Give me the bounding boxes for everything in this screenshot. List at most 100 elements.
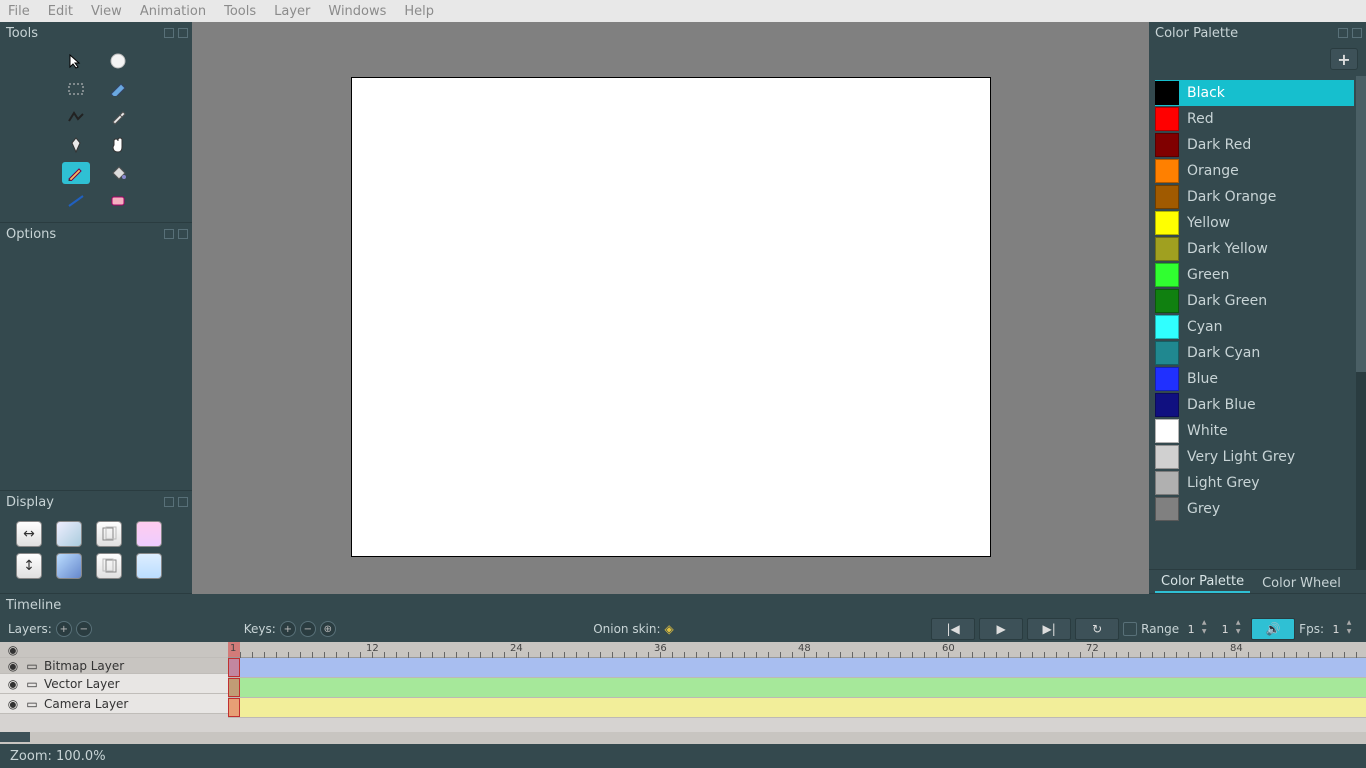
color-row-dark-orange[interactable]: Dark Orange	[1155, 184, 1354, 210]
color-row-light-grey[interactable]: Light Grey	[1155, 470, 1354, 496]
panel-float-icon[interactable]	[164, 229, 174, 239]
color-row-blue[interactable]: Blue	[1155, 366, 1354, 392]
keyframe[interactable]	[228, 658, 240, 677]
color-row-dark-green[interactable]: Dark Green	[1155, 288, 1354, 314]
color-swatch	[1155, 133, 1179, 157]
fps-label: Fps:	[1299, 622, 1324, 636]
menu-help[interactable]: Help	[404, 4, 434, 19]
color-row-dark-cyan[interactable]: Dark Cyan	[1155, 340, 1354, 366]
onion-label: Onion skin:	[593, 622, 660, 636]
mirror-v-button[interactable]: ↕	[16, 553, 42, 579]
goto-start-button[interactable]: |◀	[931, 618, 975, 640]
loop-button[interactable]: ↻	[1075, 618, 1119, 640]
timeline-hscroll[interactable]	[0, 732, 1366, 744]
layer-name: Vector Layer	[44, 677, 120, 691]
color-row-black[interactable]: Black	[1155, 80, 1354, 106]
tracks-column[interactable]: 112243648607284	[228, 642, 1366, 732]
line-tool[interactable]	[62, 190, 90, 212]
color-label: Yellow	[1187, 215, 1230, 231]
panel-close-icon[interactable]	[1352, 28, 1362, 38]
menu-file[interactable]: File	[8, 4, 30, 19]
color-row-dark-red[interactable]: Dark Red	[1155, 132, 1354, 158]
menu-edit[interactable]: Edit	[48, 4, 73, 19]
tab-color-palette[interactable]: Color Palette	[1155, 570, 1250, 593]
color-row-dark-blue[interactable]: Dark Blue	[1155, 392, 1354, 418]
tab-color-wheel[interactable]: Color Wheel	[1256, 572, 1347, 593]
onion-prev-button[interactable]	[96, 521, 122, 547]
mirror-h-button[interactable]: ↔	[16, 521, 42, 547]
menu-animation[interactable]: Animation	[140, 4, 206, 19]
layer-row-bitmap[interactable]: ◉▭Bitmap Layer	[0, 658, 228, 674]
hand-tool[interactable]	[104, 134, 132, 156]
goto-end-button[interactable]: ▶|	[1027, 618, 1071, 640]
range-start-spinner[interactable]: 1▲▼	[1183, 620, 1213, 638]
add-layer-button[interactable]: +	[56, 621, 72, 637]
palette-scrollbar[interactable]	[1356, 76, 1366, 569]
remove-key-button[interactable]: −	[300, 621, 316, 637]
keyframe[interactable]	[228, 698, 240, 717]
color-label: Very Light Grey	[1187, 449, 1295, 465]
remove-layer-button[interactable]: −	[76, 621, 92, 637]
color-row-green[interactable]: Green	[1155, 262, 1354, 288]
color-row-dark-yellow[interactable]: Dark Yellow	[1155, 236, 1354, 262]
grid-button[interactable]	[56, 521, 82, 547]
layer-type-icon: ▭	[24, 677, 40, 691]
layer-row-camera[interactable]: ◉▭Camera Layer	[0, 694, 228, 714]
panel-close-icon[interactable]	[178, 28, 188, 38]
track-camera[interactable]	[228, 698, 1366, 718]
thin-lines-button[interactable]	[56, 553, 82, 579]
duplicate-key-button[interactable]: ⊕	[320, 621, 336, 637]
color-row-white[interactable]: White	[1155, 418, 1354, 444]
visibility-icon[interactable]: ◉	[6, 659, 20, 673]
keyframe[interactable]	[228, 678, 240, 697]
panel-float-icon[interactable]	[164, 497, 174, 507]
canvas-bg-b-button[interactable]	[136, 553, 162, 579]
tools-panel: Tools	[0, 22, 192, 223]
canvas-area[interactable]	[192, 22, 1149, 594]
color-row-yellow[interactable]: Yellow	[1155, 210, 1354, 236]
panel-close-icon[interactable]	[178, 497, 188, 507]
range-checkbox[interactable]	[1123, 622, 1137, 636]
visibility-icon[interactable]: ◉	[6, 697, 20, 711]
brush-tool[interactable]	[104, 78, 132, 100]
panel-close-icon[interactable]	[178, 229, 188, 239]
select-tool[interactable]	[62, 78, 90, 100]
bucket-tool[interactable]	[104, 162, 132, 184]
move-tool[interactable]	[62, 50, 90, 72]
eraser-tool[interactable]	[104, 190, 132, 212]
canvas[interactable]	[351, 77, 991, 557]
frame-ruler[interactable]: 112243648607284	[228, 642, 1366, 658]
canvas-bg-a-button[interactable]	[136, 521, 162, 547]
menu-layer[interactable]: Layer	[274, 4, 310, 19]
menu-tools[interactable]: Tools	[224, 4, 256, 19]
track-vector[interactable]	[228, 678, 1366, 698]
menu-view[interactable]: View	[91, 4, 122, 19]
color-row-very-light-grey[interactable]: Very Light Grey	[1155, 444, 1354, 470]
add-key-button[interactable]: +	[280, 621, 296, 637]
eyedropper-tool[interactable]	[104, 106, 132, 128]
color-row-cyan[interactable]: Cyan	[1155, 314, 1354, 340]
play-button[interactable]: ▶	[979, 618, 1023, 640]
track-bitmap[interactable]	[228, 658, 1366, 678]
onion-next-button[interactable]	[96, 553, 122, 579]
pen-tool[interactable]	[62, 134, 90, 156]
range-end-spinner[interactable]: 1▲▼	[1217, 620, 1247, 638]
sound-button[interactable]: 🔊	[1251, 618, 1295, 640]
menu-windows[interactable]: Windows	[328, 4, 386, 19]
panel-float-icon[interactable]	[1338, 28, 1348, 38]
panel-float-icon[interactable]	[164, 28, 174, 38]
fps-spinner[interactable]: 1▲▼	[1328, 620, 1358, 638]
pencil-tool[interactable]	[62, 162, 90, 184]
color-label: Dark Red	[1187, 137, 1251, 153]
display-panel: Display ↔ ↕	[0, 491, 192, 594]
polyline-tool[interactable]	[62, 106, 90, 128]
visibility-icon[interactable]: ◉	[6, 677, 20, 691]
onion-toggle-icon[interactable]: ◈	[665, 622, 674, 636]
color-label: Red	[1187, 111, 1214, 127]
color-row-orange[interactable]: Orange	[1155, 158, 1354, 184]
smudge-tool[interactable]	[104, 50, 132, 72]
color-row-red[interactable]: Red	[1155, 106, 1354, 132]
color-row-grey[interactable]: Grey	[1155, 496, 1354, 522]
add-color-button[interactable]: +	[1330, 48, 1358, 70]
layer-row-vector[interactable]: ◉ ▭ Vector Layer	[0, 674, 228, 694]
